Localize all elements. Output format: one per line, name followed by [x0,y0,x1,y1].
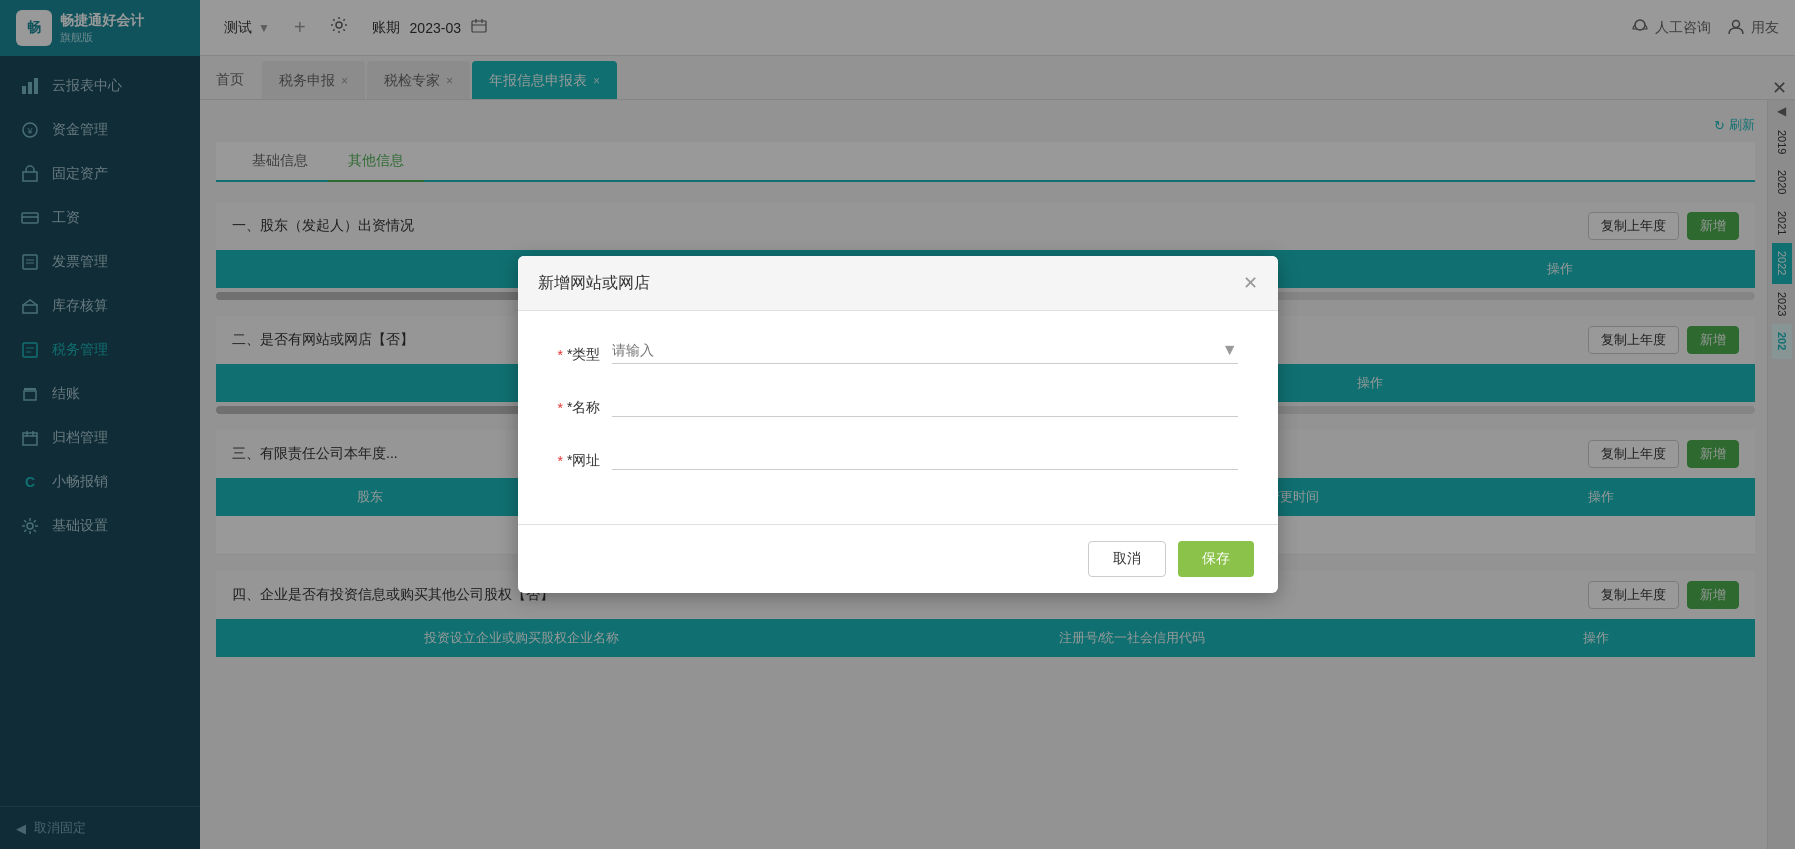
type-select-input[interactable] [612,342,1213,358]
form-row-type: * *类型 ▼ [558,341,1238,364]
form-label-type: * *类型 [558,346,601,364]
modal-title: 新增网站或网店 [538,273,650,294]
modal-overlay: 新增网站或网店 ✕ * *类型 ▼ * *名称 [0,0,1795,849]
modal-body: * *类型 ▼ * *名称 * *网址 [518,311,1278,524]
save-button[interactable]: 保存 [1178,541,1254,577]
form-label-name: * *名称 [558,399,601,417]
modal-footer: 取消 保存 [518,524,1278,593]
required-star-name: * [558,400,563,416]
name-input[interactable] [612,388,1237,417]
form-row-name: * *名称 [558,388,1238,417]
required-star-url: * [558,453,563,469]
type-select-wrapper: ▼ [612,341,1237,364]
form-label-url: * *网址 [558,452,601,470]
required-star-type: * [558,347,563,363]
type-dropdown-icon: ▼ [1222,341,1238,359]
modal-close-button[interactable]: ✕ [1243,272,1258,294]
modal-header: 新增网站或网店 ✕ [518,256,1278,311]
url-input[interactable] [612,441,1237,470]
cancel-button[interactable]: 取消 [1088,541,1166,577]
modal-add-website: 新增网站或网店 ✕ * *类型 ▼ * *名称 [518,256,1278,593]
form-row-url: * *网址 [558,441,1238,470]
